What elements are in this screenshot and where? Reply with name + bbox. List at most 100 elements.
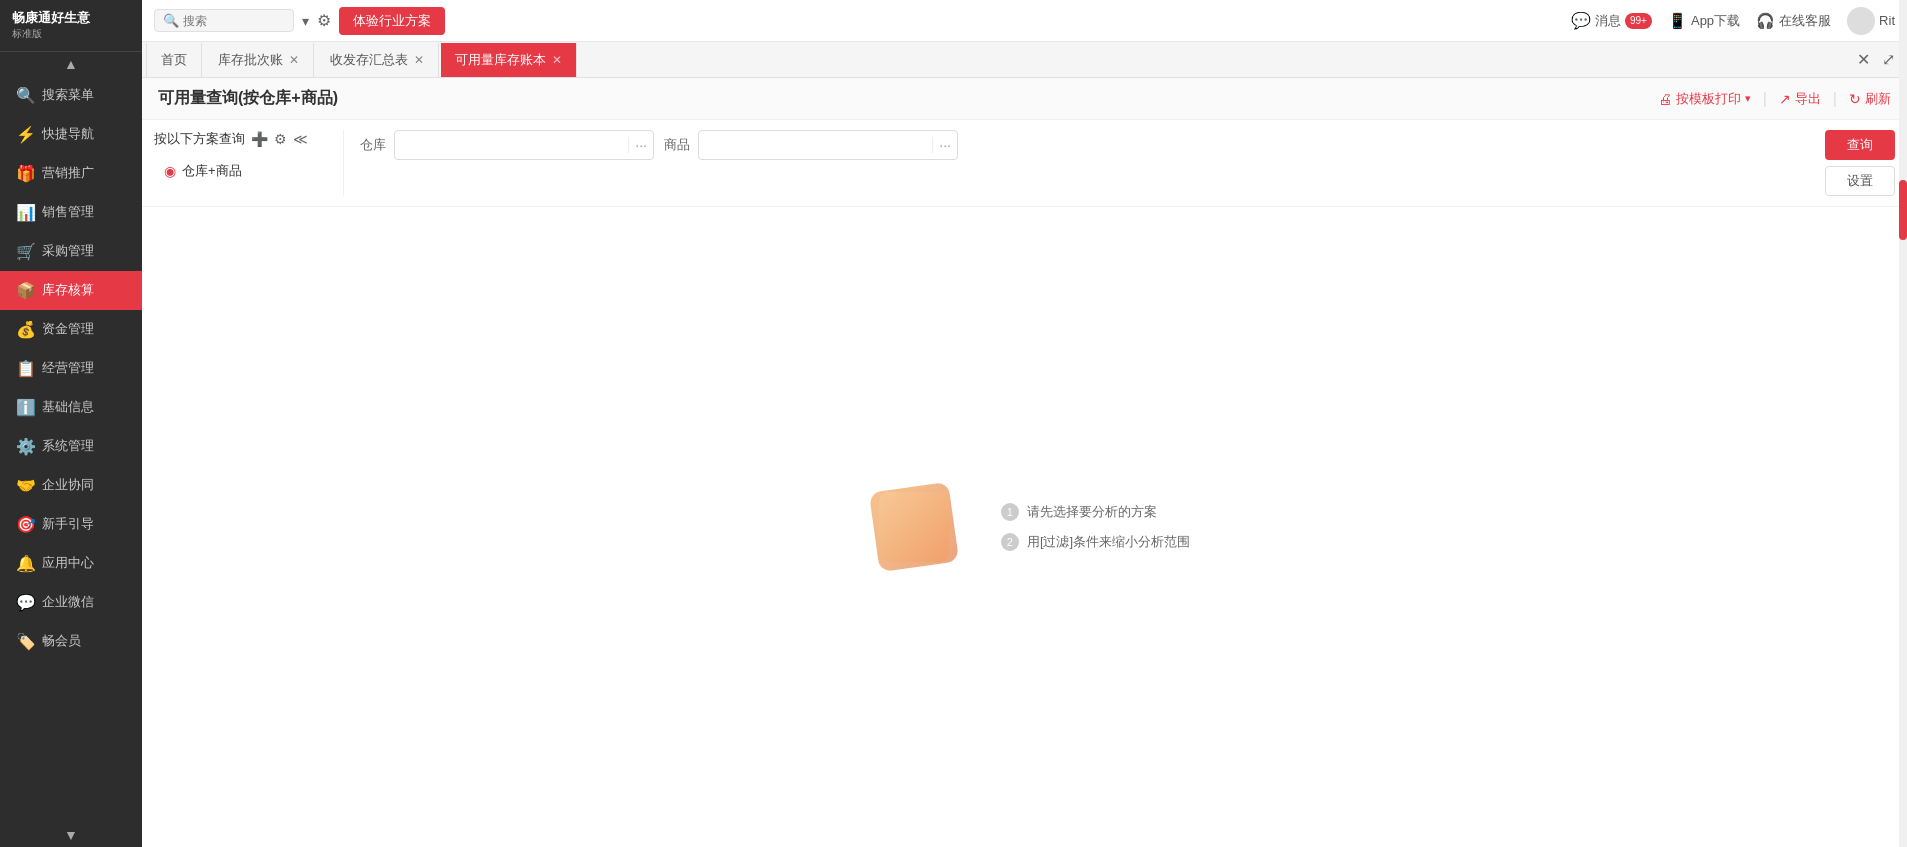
empty-hint-1: 1 请先选择要分析的方案 (1001, 503, 1190, 521)
sidebar-item-enterprise-wechat[interactable]: 💬 企业微信 (0, 583, 142, 622)
enterprise-collab-icon: 🤝 (16, 476, 34, 495)
empty-box-front (879, 492, 949, 562)
header-gear-btn[interactable]: ⚙ (317, 11, 331, 30)
scheme-item-label: 仓库+商品 (182, 162, 242, 180)
sidebar-item-sales[interactable]: 📊 销售管理 (0, 193, 142, 232)
online-service-button[interactable]: 🎧 在线客服 (1756, 12, 1831, 30)
product-input-wrap: ··· (698, 130, 958, 160)
message-label: 消息 (1595, 12, 1621, 30)
marketing-icon: 🎁 (16, 164, 34, 183)
sidebar-item-basic-info-label: 基础信息 (42, 398, 94, 416)
header-search-box[interactable]: 🔍 (154, 9, 294, 32)
filter-area: 按以下方案查询 ➕ ⚙ ≪ ◉ 仓库+商品 仓库 ··· (142, 120, 1907, 207)
empty-hint-2: 2 用[过滤]条件来缩小分析范围 (1001, 533, 1190, 551)
hint-number-1: 1 (1001, 503, 1019, 521)
message-badge: 99+ (1625, 13, 1652, 29)
sidebar-item-marketing-label: 营销推广 (42, 164, 94, 182)
export-btn[interactable]: ↗ 导出 (1779, 90, 1821, 108)
sidebar-item-quick-nav-label: 快捷导航 (42, 125, 94, 143)
sidebar-item-basic-info[interactable]: ℹ️ 基础信息 (0, 388, 142, 427)
query-btn[interactable]: 查询 (1825, 130, 1895, 160)
tabs-bar: 首页 库存批次账 ✕ 收发存汇总表 ✕ 可用量库存账本 ✕ ✕ ⤢ (142, 42, 1907, 78)
print-dropdown-icon: ▾ (1745, 92, 1751, 105)
sidebar-item-search[interactable]: 🔍 搜索菜单 (0, 76, 142, 115)
header-dropdown-btn[interactable]: ▾ (302, 13, 309, 29)
tab-batch-account-close[interactable]: ✕ (289, 54, 299, 66)
warehouse-input[interactable] (395, 138, 628, 153)
header-right: 💬 消息 99+ 📱 App下载 🎧 在线客服 Rit (1571, 7, 1895, 35)
top-header: 🔍 ▾ ⚙ 体验行业方案 💬 消息 99+ 📱 App下载 🎧 在线客服 Rit (142, 0, 1907, 42)
header-industry-btn[interactable]: 体验行业方案 (339, 7, 445, 35)
tabs-actions: ✕ ⤢ (1853, 48, 1903, 71)
sidebar-item-quick-nav[interactable]: ⚡ 快捷导航 (0, 115, 142, 154)
sidebar-item-member[interactable]: 🏷️ 畅会员 (0, 622, 142, 661)
page-content: 可用量查询(按仓库+商品) 🖨 按模板打印 ▾ | ↗ 导出 | ↻ 刷新 (142, 78, 1907, 847)
sidebar-item-newbie-label: 新手引导 (42, 515, 94, 533)
user-avatar-area[interactable]: Rit (1847, 7, 1895, 35)
edit-scheme-btn[interactable]: ⚙ (274, 131, 287, 147)
setting-btn[interactable]: 设置 (1825, 166, 1895, 196)
warehouse-input-wrap: ··· (394, 130, 654, 160)
refresh-btn[interactable]: ↻ 刷新 (1849, 90, 1891, 108)
sidebar-nav: 🔍 搜索菜单 ⚡ 快捷导航 🎁 营销推广 📊 销售管理 🛒 采购管理 📦 库存核… (0, 76, 142, 823)
avatar (1847, 7, 1875, 35)
sidebar-item-inventory[interactable]: 📦 库存核算 (0, 271, 142, 310)
tab-summary[interactable]: 收发存汇总表 ✕ (316, 43, 439, 77)
search-icon: 🔍 (163, 13, 179, 28)
tab-available-inventory-close[interactable]: ✕ (552, 54, 562, 66)
right-scrollbar (1899, 0, 1907, 847)
right-scrollbar-thumb[interactable] (1899, 180, 1907, 240)
tab-available-inventory-label: 可用量库存账本 (455, 51, 546, 69)
sidebar-item-marketing[interactable]: 🎁 营销推广 (0, 154, 142, 193)
page-title: 可用量查询(按仓库+商品) (158, 88, 338, 109)
product-more-btn[interactable]: ··· (932, 137, 957, 153)
sidebar-item-enterprise-collab-label: 企业协同 (42, 476, 94, 494)
sidebar-scroll-down[interactable]: ▼ (0, 823, 142, 847)
system-icon: ⚙️ (16, 437, 34, 456)
app-center-icon: 🔔 (16, 554, 34, 573)
tab-available-inventory[interactable]: 可用量库存账本 ✕ (441, 43, 577, 77)
sidebar-scroll-up[interactable]: ▲ (0, 52, 142, 76)
message-button[interactable]: 💬 消息 99+ (1571, 11, 1652, 30)
empty-hints: 1 请先选择要分析的方案 2 用[过滤]条件来缩小分析范围 (1001, 503, 1190, 551)
user-name: Rit (1879, 13, 1895, 28)
tab-summary-label: 收发存汇总表 (330, 51, 408, 69)
tab-batch-account[interactable]: 库存批次账 ✕ (204, 43, 314, 77)
tab-expand-btn[interactable]: ⤢ (1878, 48, 1899, 71)
sidebar-item-member-label: 畅会员 (42, 632, 81, 650)
purchase-icon: 🛒 (16, 242, 34, 261)
hint-text-2: 用[过滤]条件来缩小分析范围 (1027, 533, 1190, 551)
empty-state: 1 请先选择要分析的方案 2 用[过滤]条件来缩小分析范围 (142, 207, 1907, 847)
filter-fields: 仓库 ··· 商品 ··· (344, 130, 1813, 196)
tab-home[interactable]: 首页 (146, 43, 202, 77)
add-scheme-btn[interactable]: ➕ (251, 131, 268, 147)
sidebar-item-purchase[interactable]: 🛒 采购管理 (0, 232, 142, 271)
print-btn[interactable]: 🖨 按模板打印 ▾ (1658, 90, 1751, 108)
app-download-button[interactable]: 📱 App下载 (1668, 12, 1740, 30)
collapse-scheme-btn[interactable]: ≪ (293, 131, 308, 147)
warehouse-more-btn[interactable]: ··· (628, 137, 653, 153)
filter-scheme-label: 按以下方案查询 (154, 130, 245, 148)
basic-info-icon: ℹ️ (16, 398, 34, 417)
sidebar-item-newbie[interactable]: 🎯 新手引导 (0, 505, 142, 544)
hint-text-1: 请先选择要分析的方案 (1027, 503, 1157, 521)
app-download-label: App下载 (1691, 12, 1740, 30)
header-search-input[interactable] (183, 14, 283, 28)
hint-number-2: 2 (1001, 533, 1019, 551)
scheme-item-warehouse-product[interactable]: ◉ 仓库+商品 (154, 156, 333, 186)
export-label: 导出 (1795, 90, 1821, 108)
sidebar-item-finance[interactable]: 💰 资金管理 (0, 310, 142, 349)
sidebar-item-purchase-label: 采购管理 (42, 242, 94, 260)
sidebar-item-enterprise-collab[interactable]: 🤝 企业协同 (0, 466, 142, 505)
sidebar-item-search-label: 搜索菜单 (42, 86, 94, 104)
tab-close-all-btn[interactable]: ✕ (1853, 48, 1874, 71)
sidebar-item-inventory-label: 库存核算 (42, 281, 94, 299)
page-actions: 🖨 按模板打印 ▾ | ↗ 导出 | ↻ 刷新 (1658, 90, 1891, 108)
filter-scheme-header: 按以下方案查询 ➕ ⚙ ≪ (154, 130, 333, 148)
logo: 畅康通好生意 标准版 (0, 0, 142, 52)
sidebar-item-app-center[interactable]: 🔔 应用中心 (0, 544, 142, 583)
sidebar-item-operations[interactable]: 📋 经营管理 (0, 349, 142, 388)
product-input[interactable] (699, 138, 932, 153)
tab-summary-close[interactable]: ✕ (414, 54, 424, 66)
sidebar-item-system[interactable]: ⚙️ 系统管理 (0, 427, 142, 466)
